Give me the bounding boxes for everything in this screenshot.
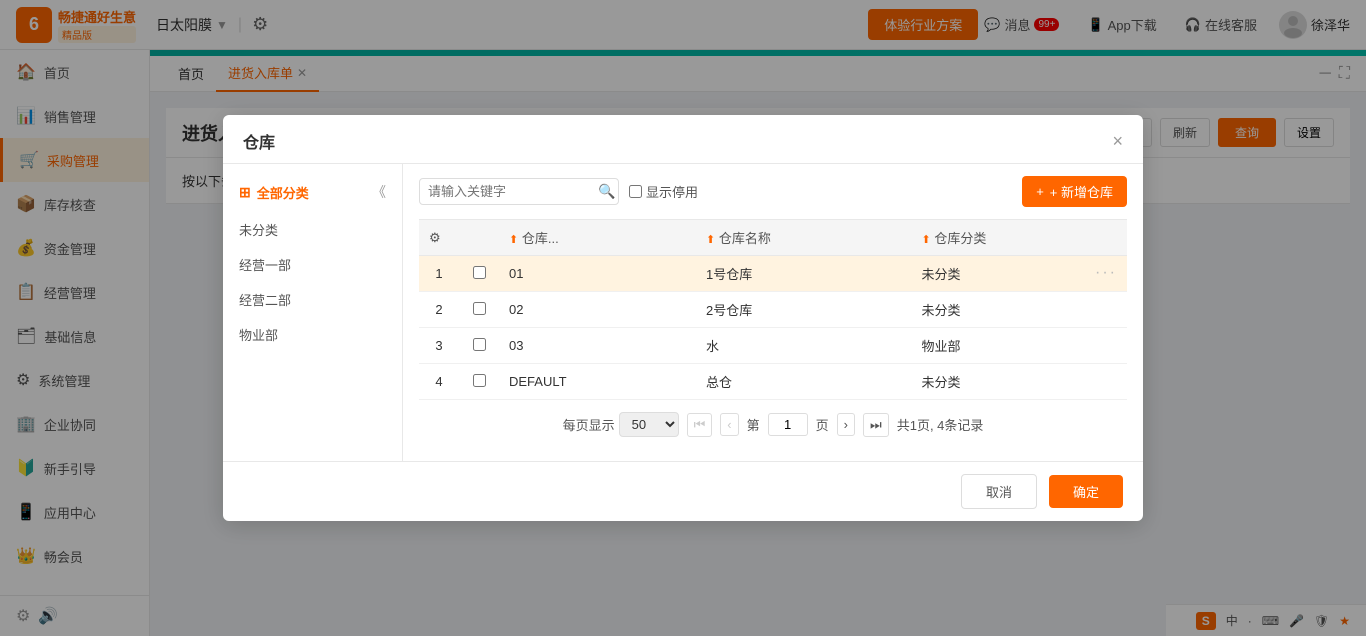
confirm-button[interactable]: 确定	[1049, 475, 1123, 508]
cancel-button[interactable]: 取消	[961, 474, 1037, 509]
table-toolbar: 🔍 显示停用 + + 新增仓库	[419, 176, 1127, 207]
row-name: 水	[696, 328, 912, 364]
row-no: 3	[419, 328, 459, 364]
table-row[interactable]: 2 02 2号仓库 未分类	[419, 292, 1127, 328]
plus-icon: +	[1036, 184, 1044, 199]
row-name: 1号仓库	[696, 256, 912, 292]
row-checkbox[interactable]	[473, 374, 486, 387]
row-name: 总仓	[696, 364, 912, 400]
row-checkbox[interactable]	[473, 302, 486, 315]
warehouse-dialog: 仓库 × ⊞ 全部分类 《 未分类 经营一部 经营二部 物业部 🔍	[223, 115, 1143, 521]
category-header: ⊞ 全部分类 《	[223, 176, 402, 212]
col-code-header[interactable]: ⬆ 仓库...	[499, 220, 696, 256]
page-next-button[interactable]: ›	[837, 413, 855, 436]
sort-icon3: ⬆	[921, 234, 930, 246]
category-item-unclassified[interactable]: 未分类	[223, 212, 402, 247]
row-category: 未分类 ···	[911, 256, 1127, 292]
col-check	[459, 220, 499, 256]
col-gear[interactable]: ⚙	[419, 220, 459, 256]
page-total: 共1页, 4条记录	[897, 415, 984, 434]
row-check[interactable]	[459, 292, 499, 328]
table-row[interactable]: 3 03 水 物业部	[419, 328, 1127, 364]
pagination: 每页显示 50 10 20 100 ⏮ ‹ 第 页 › ⏭ 共1页, 4条记录	[419, 400, 1127, 449]
search-wrap: 🔍	[419, 178, 619, 205]
search-input[interactable]	[428, 184, 598, 199]
search-icon: 🔍	[598, 183, 615, 200]
warehouse-table: ⚙ ⬆ 仓库... ⬆ 仓库名称 ⬆ 仓库分类	[419, 219, 1127, 400]
per-page-selector: 每页显示 50 10 20 100	[563, 412, 679, 437]
page-first-button[interactable]: ⏮	[687, 413, 713, 437]
category-item-ops2[interactable]: 经营二部	[223, 282, 402, 317]
row-check[interactable]	[459, 328, 499, 364]
per-page-select[interactable]: 50 10 20 100	[619, 412, 679, 437]
dialog-close-button[interactable]: ×	[1112, 131, 1123, 152]
row-checkbox[interactable]	[473, 338, 486, 351]
table-row[interactable]: 4 DEFAULT 总仓 未分类	[419, 364, 1127, 400]
row-category: 未分类	[911, 364, 1127, 400]
dialog-body: ⊞ 全部分类 《 未分类 经营一部 经营二部 物业部 🔍 显示停用	[223, 164, 1143, 461]
page-last-button[interactable]: ⏭	[863, 413, 889, 437]
table-head: ⚙ ⬆ 仓库... ⬆ 仓库名称 ⬆ 仓库分类	[419, 220, 1127, 256]
category-collapse-button[interactable]: 《	[372, 182, 386, 202]
col-name-header[interactable]: ⬆ 仓库名称	[696, 220, 912, 256]
category-item-property[interactable]: 物业部	[223, 317, 402, 352]
show-disabled-checkbox[interactable]	[629, 185, 642, 198]
page-input[interactable]	[768, 413, 808, 436]
page-prev-button[interactable]: ‹	[720, 413, 738, 436]
row-check[interactable]	[459, 364, 499, 400]
sort-icon2: ⬆	[706, 234, 715, 246]
row-code: 03	[499, 328, 696, 364]
grid-icon: ⊞	[239, 184, 251, 201]
row-category: 未分类	[911, 292, 1127, 328]
row-check[interactable]	[459, 256, 499, 292]
row-checkbox[interactable]	[473, 266, 486, 279]
row-no: 1	[419, 256, 459, 292]
add-warehouse-button[interactable]: + + 新增仓库	[1022, 176, 1127, 207]
row-code: 01	[499, 256, 696, 292]
table-body: 1 01 1号仓库 未分类 ··· 2 02 2号仓库	[419, 256, 1127, 400]
dialog-title: 仓库	[243, 129, 275, 153]
table-row[interactable]: 1 01 1号仓库 未分类 ···	[419, 256, 1127, 292]
category-item-ops1[interactable]: 经营一部	[223, 247, 402, 282]
row-actions-icon[interactable]: ···	[1095, 264, 1117, 282]
row-code: DEFAULT	[499, 364, 696, 400]
sort-icon: ⬆	[509, 234, 518, 246]
category-all-button[interactable]: ⊞ 全部分类	[239, 183, 309, 202]
row-code: 02	[499, 292, 696, 328]
row-no: 4	[419, 364, 459, 400]
row-category: 物业部	[911, 328, 1127, 364]
show-disabled-toggle[interactable]: 显示停用	[629, 182, 698, 201]
row-no: 2	[419, 292, 459, 328]
table-panel: 🔍 显示停用 + + 新增仓库 ⚙ ⬆	[403, 164, 1143, 461]
row-name: 2号仓库	[696, 292, 912, 328]
dialog-header: 仓库 ×	[223, 115, 1143, 164]
category-panel: ⊞ 全部分类 《 未分类 经营一部 经营二部 物业部	[223, 164, 403, 461]
dialog-footer: 取消 确定	[223, 461, 1143, 521]
col-category-header[interactable]: ⬆ 仓库分类	[911, 220, 1127, 256]
